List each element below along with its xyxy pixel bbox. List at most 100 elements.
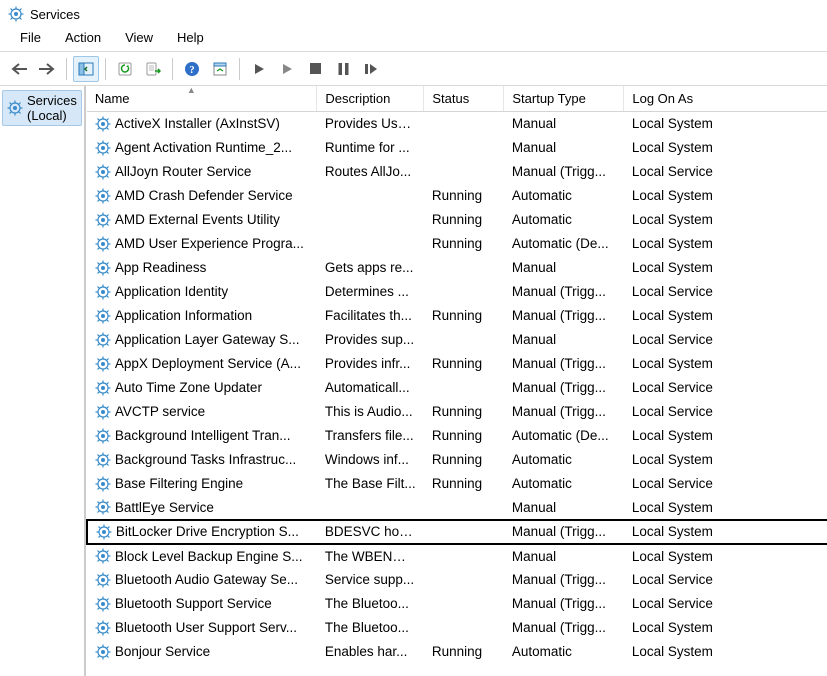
service-description: Transfers file...	[317, 424, 424, 448]
service-row[interactable]: AMD External Events UtilityRunningAutoma…	[87, 208, 827, 232]
service-row[interactable]: Application InformationFacilitates th...…	[87, 304, 827, 328]
service-status	[424, 328, 504, 352]
service-log-on-as: Local Service	[624, 328, 827, 352]
title-bar: Services	[0, 0, 827, 26]
service-name: Bluetooth Support Service	[115, 596, 309, 611]
service-row[interactable]: Bluetooth Support ServiceThe Bluetoo...M…	[87, 592, 827, 616]
forward-button[interactable]	[34, 56, 60, 82]
service-name: AMD Crash Defender Service	[115, 188, 309, 203]
properties-button[interactable]	[207, 56, 233, 82]
service-description	[317, 496, 424, 520]
help-button[interactable]: ?	[179, 56, 205, 82]
service-gear-icon	[95, 428, 111, 444]
service-startup-type: Manual	[504, 256, 624, 280]
service-startup-type: Automatic (De...	[504, 424, 624, 448]
service-gear-icon	[95, 596, 111, 612]
col-logon[interactable]: Log On As	[624, 86, 827, 112]
service-name: Bluetooth Audio Gateway Se...	[115, 572, 309, 587]
service-startup-type: Manual	[504, 496, 624, 520]
service-gear-icon	[96, 524, 112, 540]
service-row[interactable]: AMD User Experience Progra...RunningAuto…	[87, 232, 827, 256]
tree-root-services-local[interactable]: Services (Local)	[2, 90, 82, 126]
pause-service-button[interactable]	[330, 56, 356, 82]
service-status	[424, 568, 504, 592]
service-row[interactable]: Bonjour ServiceEnables har...RunningAuto…	[87, 640, 827, 664]
service-gear-icon	[95, 140, 111, 156]
restart-service-button[interactable]	[358, 56, 384, 82]
service-row[interactable]: App ReadinessGets apps re...ManualLocal …	[87, 256, 827, 280]
menu-file[interactable]: File	[10, 28, 51, 47]
export-list-button[interactable]	[140, 56, 166, 82]
service-log-on-as: Local System	[624, 208, 827, 232]
toolbar-separator	[239, 58, 240, 80]
menu-help[interactable]: Help	[167, 28, 214, 47]
service-startup-type: Manual (Trigg...	[504, 376, 624, 400]
services-gear-icon	[7, 100, 23, 116]
service-startup-type: Manual (Trigg...	[504, 160, 624, 184]
service-row[interactable]: AllJoyn Router ServiceRoutes AllJo...Man…	[87, 160, 827, 184]
service-row[interactable]: AMD Crash Defender ServiceRunningAutomat…	[87, 184, 827, 208]
start-service-button[interactable]	[246, 56, 272, 82]
service-description: BDESVC hos...	[317, 520, 424, 544]
service-row[interactable]: AppX Deployment Service (A...Provides in…	[87, 352, 827, 376]
service-name: Application Identity	[115, 284, 309, 299]
service-log-on-as: Local System	[624, 304, 827, 328]
service-status	[424, 136, 504, 160]
service-description: The Base Filt...	[317, 472, 424, 496]
service-status: Running	[424, 352, 504, 376]
service-description: The WBENGI...	[317, 544, 424, 568]
service-description: Provides sup...	[317, 328, 424, 352]
service-status: Running	[424, 184, 504, 208]
service-row[interactable]: Block Level Backup Engine S...The WBENGI…	[87, 544, 827, 568]
refresh-button[interactable]	[112, 56, 138, 82]
svg-text:?: ?	[189, 64, 195, 76]
service-description: The Bluetoo...	[317, 592, 424, 616]
service-row[interactable]: Application IdentityDetermines ...Manual…	[87, 280, 827, 304]
service-gear-icon	[95, 188, 111, 204]
service-row[interactable]: Base Filtering EngineThe Base Filt...Run…	[87, 472, 827, 496]
service-gear-icon	[95, 380, 111, 396]
service-row[interactable]: Background Intelligent Tran...Transfers …	[87, 424, 827, 448]
service-description: Automaticall...	[317, 376, 424, 400]
service-description: Enables har...	[317, 640, 424, 664]
service-row[interactable]: AVCTP serviceThis is Audio...RunningManu…	[87, 400, 827, 424]
service-startup-type: Automatic	[504, 640, 624, 664]
service-startup-type: Manual	[504, 328, 624, 352]
service-row[interactable]: Application Layer Gateway S...Provides s…	[87, 328, 827, 352]
menu-bar: File Action View Help	[0, 26, 827, 52]
service-row[interactable]: Agent Activation Runtime_2...Runtime for…	[87, 136, 827, 160]
service-row[interactable]: Background Tasks Infrastruc...Windows in…	[87, 448, 827, 472]
stop-service-button[interactable]	[302, 56, 328, 82]
back-button[interactable]	[6, 56, 32, 82]
service-status	[424, 376, 504, 400]
service-row[interactable]: BitLocker Drive Encryption S...BDESVC ho…	[87, 520, 827, 544]
service-gear-icon	[95, 499, 111, 515]
service-log-on-as: Local System	[624, 112, 827, 136]
toolbar-separator	[105, 58, 106, 80]
service-log-on-as: Local System	[624, 352, 827, 376]
service-status: Running	[424, 640, 504, 664]
menu-action[interactable]: Action	[55, 28, 111, 47]
service-name: Base Filtering Engine	[115, 476, 309, 491]
service-log-on-as: Local System	[624, 184, 827, 208]
service-name: Agent Activation Runtime_2...	[115, 140, 309, 155]
service-row[interactable]: Bluetooth Audio Gateway Se...Service sup…	[87, 568, 827, 592]
col-status[interactable]: Status	[424, 86, 504, 112]
col-description[interactable]: Description	[317, 86, 424, 112]
service-gear-icon	[95, 236, 111, 252]
service-log-on-as: Local System	[624, 544, 827, 568]
col-name[interactable]: Name ▲	[87, 86, 317, 112]
service-row[interactable]: Auto Time Zone UpdaterAutomaticall...Man…	[87, 376, 827, 400]
col-startup[interactable]: Startup Type	[504, 86, 624, 112]
service-status: Running	[424, 424, 504, 448]
service-row[interactable]: ActiveX Installer (AxInstSV)Provides Use…	[87, 112, 827, 136]
service-startup-type: Manual	[504, 112, 624, 136]
service-row[interactable]: BattlEye ServiceManualLocal System	[87, 496, 827, 520]
service-log-on-as: Local System	[624, 640, 827, 664]
service-name: AVCTP service	[115, 404, 309, 419]
show-hide-tree-button[interactable]	[73, 56, 99, 82]
menu-view[interactable]: View	[115, 28, 163, 47]
service-row[interactable]: Bluetooth User Support Serv...The Blueto…	[87, 616, 827, 640]
service-log-on-as: Local Service	[624, 280, 827, 304]
start-service-alt-button[interactable]	[274, 56, 300, 82]
